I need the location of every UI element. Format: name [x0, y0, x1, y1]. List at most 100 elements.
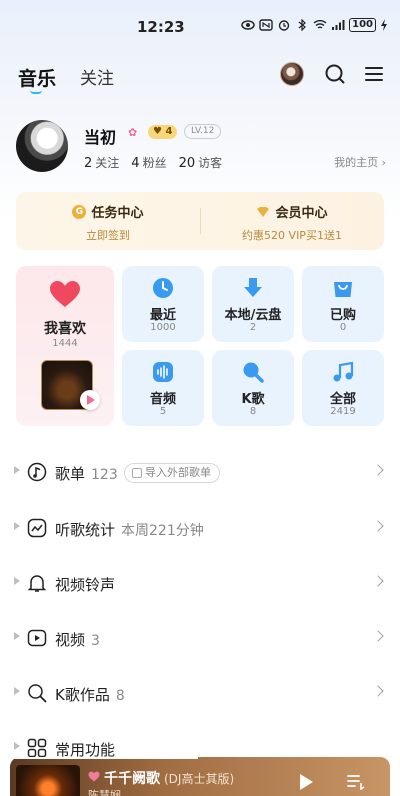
- list-item-stats[interactable]: 听歌统计 本周221分钟: [0, 508, 400, 548]
- list-item-karaoke-works[interactable]: K歌作品 8: [0, 673, 400, 713]
- search-icon[interactable]: [323, 62, 347, 86]
- play-favorites-button[interactable]: [80, 390, 100, 410]
- favorites-count: 1444: [52, 338, 78, 349]
- now-listening-avatar[interactable]: [280, 62, 304, 86]
- pink-badge-icon[interactable]: ✿: [128, 126, 137, 139]
- play-button[interactable]: [300, 774, 313, 790]
- tile-karaoke[interactable]: K歌 8: [212, 350, 294, 426]
- list-item-count: 3: [91, 633, 100, 649]
- microphone-icon: [243, 362, 264, 383]
- expand-triangle-icon[interactable]: [14, 466, 20, 474]
- library-grid: 我喜欢 1444 最近 1000 本地/云盘 2 已购 0 音频 5 K歌 8 …: [16, 266, 384, 426]
- heart-icon[interactable]: [88, 771, 100, 782]
- task-center-button[interactable]: G 任务中心 立即签到: [16, 202, 200, 243]
- chevron-right-icon: [372, 575, 384, 587]
- expand-triangle-icon[interactable]: [14, 632, 20, 640]
- follow-stat[interactable]: 2 关注: [84, 154, 119, 171]
- status-bar: 12:23 100: [0, 0, 400, 52]
- tile-purchased[interactable]: 已购 0: [302, 266, 384, 342]
- menu-icon[interactable]: [362, 62, 386, 86]
- level-badge[interactable]: LV.12: [184, 124, 222, 139]
- vip-badge[interactable]: ♥ 4: [148, 125, 178, 139]
- fans-label: 粉丝: [142, 156, 167, 170]
- homepage-link[interactable]: 我的主页 ›: [334, 154, 386, 170]
- clock-icon: [153, 278, 173, 298]
- member-center-button[interactable]: 会员中心 约惠520 VIP买1送1: [200, 202, 384, 243]
- list-item-playlists[interactable]: 歌单 123 导入外部歌单: [0, 452, 400, 492]
- tile-all[interactable]: 全部 2419: [302, 350, 384, 426]
- tile-recent[interactable]: 最近 1000: [122, 266, 204, 342]
- list-item-title: K歌作品 8: [55, 686, 125, 704]
- vip-level: 4: [165, 126, 173, 137]
- list-item-videos[interactable]: 视频 3: [0, 618, 400, 658]
- tile-label: 最近: [149, 308, 176, 323]
- tile-label: 本地/云盘: [224, 308, 282, 323]
- nfc-icon: [259, 19, 273, 31]
- visitor-stat[interactable]: 20 访客: [179, 154, 223, 171]
- visitor-label: 访客: [198, 156, 223, 170]
- tile-count: 2419: [330, 406, 356, 417]
- tile-label: 音频: [149, 392, 176, 407]
- list-item-count: 本周221分钟: [121, 523, 204, 539]
- battery-indicator: 100: [349, 18, 376, 32]
- avatar[interactable]: [16, 120, 68, 172]
- homepage-label: 我的主页: [334, 156, 379, 169]
- import-playlist-button[interactable]: 导入外部歌单: [124, 463, 220, 483]
- playback-progress: [10, 757, 198, 759]
- list-item-title: 视频 3: [55, 631, 100, 649]
- task-center-sub: 立即签到: [86, 229, 130, 242]
- expand-triangle-icon[interactable]: [14, 522, 20, 530]
- shopping-bag-icon: [334, 282, 352, 297]
- tile-audio[interactable]: 音频 5: [122, 350, 204, 426]
- profile-stats: 2 关注 4 粉丝 20 访客: [84, 154, 222, 171]
- tile-label: 全部: [329, 392, 356, 407]
- chart-icon: [27, 518, 47, 538]
- audio-icon: [153, 362, 173, 382]
- song-version: (DJ高士其版): [164, 772, 235, 786]
- eye-icon: [241, 20, 255, 30]
- visitor-count: 20: [178, 156, 196, 171]
- bell-icon: [27, 575, 47, 592]
- list-item-count: 123: [91, 467, 118, 483]
- tile-count: 8: [249, 406, 257, 417]
- coin-icon: G: [72, 204, 87, 219]
- status-time: 12:23: [137, 18, 185, 36]
- follow-label: 关注: [95, 156, 120, 170]
- tile-count: 2: [249, 322, 257, 333]
- diamond-icon: [257, 206, 270, 217]
- wifi-icon: [313, 20, 327, 29]
- album-cover[interactable]: [16, 765, 80, 796]
- profile-section: 当初 ✿ ♥ 4 LV.12 2 关注 4 粉丝 20 访客 我的主页 ›: [16, 120, 386, 176]
- member-center-title: 会员中心: [275, 206, 328, 221]
- fans-stat[interactable]: 4 粉丝: [131, 154, 166, 171]
- list-item-title: 视频铃声: [55, 576, 116, 594]
- download-icon: [244, 278, 262, 297]
- chevron-right-icon: [372, 464, 384, 476]
- charging-icon: [381, 19, 387, 31]
- member-center-sub: 约惠520 VIP买1送1: [242, 229, 342, 242]
- chevron-right-icon: [372, 630, 384, 642]
- grid-icon: [27, 738, 47, 758]
- tab-follow[interactable]: 关注: [80, 64, 114, 89]
- expand-triangle-icon[interactable]: [14, 742, 20, 750]
- music-note-icon: [333, 361, 354, 382]
- mini-player[interactable]: 千千阙歌 (DJ高士其版) 陈慧娴: [10, 757, 390, 796]
- tile-local-cloud[interactable]: 本地/云盘 2: [212, 266, 294, 342]
- expand-triangle-icon[interactable]: [14, 687, 20, 695]
- tile-count: 0: [339, 322, 347, 333]
- list-item-ringtones[interactable]: 视频铃声: [0, 563, 400, 603]
- top-header: 音乐 关注: [0, 56, 400, 96]
- microphone-outline-icon: [28, 684, 47, 703]
- task-center-title: 任务中心: [91, 206, 144, 221]
- bluetooth-icon: [298, 19, 307, 31]
- expand-triangle-icon[interactable]: [14, 577, 20, 585]
- list-item-count: 8: [115, 688, 125, 704]
- playlist-queue-icon[interactable]: [347, 774, 365, 790]
- favorites-card[interactable]: 我喜欢 1444: [16, 266, 114, 426]
- tab-music[interactable]: 音乐: [18, 64, 56, 91]
- chevron-right-icon: [372, 520, 384, 532]
- user-name[interactable]: 当初: [84, 124, 116, 148]
- signal-icon: [332, 20, 345, 30]
- heart-icon: [50, 281, 80, 307]
- video-icon: [27, 629, 47, 647]
